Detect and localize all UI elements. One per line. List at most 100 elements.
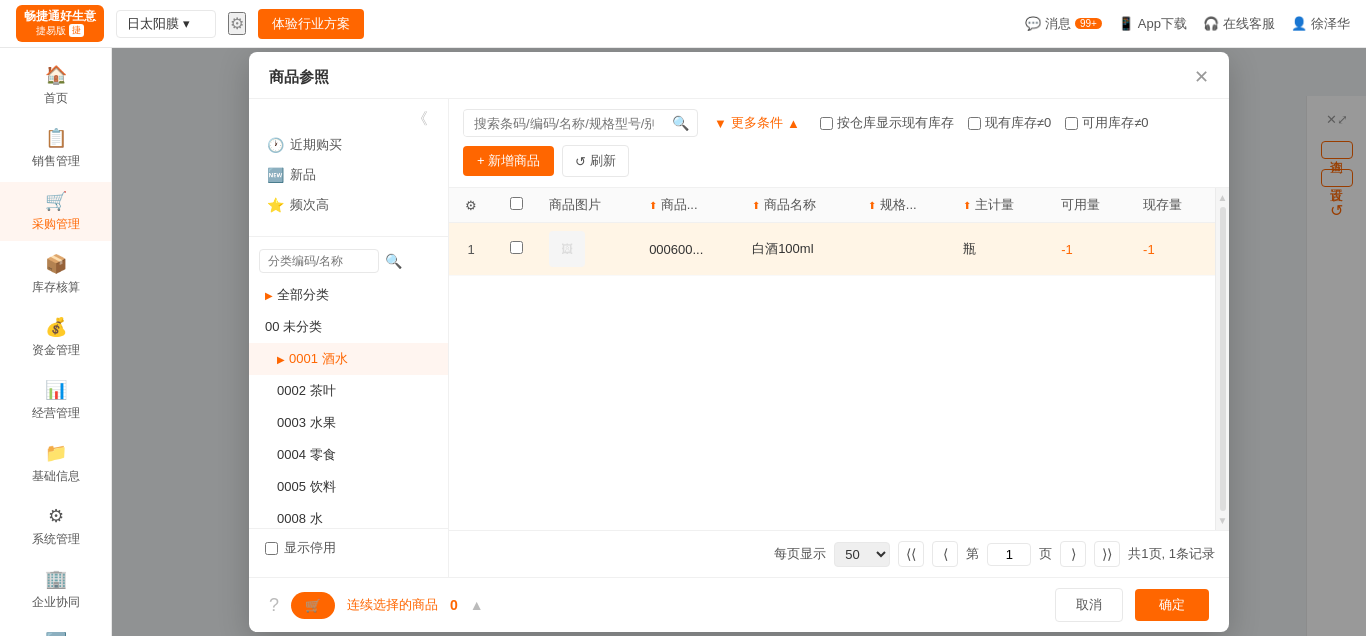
page-input[interactable]: [987, 543, 1031, 566]
sales-icon: 📋: [45, 127, 67, 149]
cart-btn[interactable]: 🛒: [291, 592, 335, 619]
category-list: ▶ 全部分类 00 未分类 ▶ 0001 酒水 0002 茶叶: [249, 279, 448, 528]
category-0001-label: 0001 酒水: [289, 350, 348, 368]
user-avatar[interactable]: 👤 徐泽华: [1291, 15, 1350, 33]
footer-collapse-icon[interactable]: ▲: [470, 597, 484, 613]
category-search-input[interactable]: [259, 249, 379, 273]
message-btn[interactable]: 💬 消息 99+: [1025, 15, 1102, 33]
modal-close-btn[interactable]: ✕: [1194, 66, 1209, 88]
row-img: 🖼: [539, 223, 639, 276]
sidebar-item-operation[interactable]: 📊 经营管理: [0, 371, 111, 430]
settings-icon[interactable]: ⚙: [228, 12, 246, 35]
sidebar-label-home: 首页: [44, 90, 68, 107]
search-wrap: 🔍: [463, 109, 698, 137]
checkbox-warehouse[interactable]: 按仓库显示现有库存: [820, 114, 954, 132]
category-0002[interactable]: 0002 茶叶: [249, 375, 448, 407]
product-search-input[interactable]: [464, 111, 664, 136]
checkbox-current[interactable]: 现有库存≠0: [968, 114, 1051, 132]
enterprise-icon: 🏢: [45, 568, 67, 590]
checkbox-available-input[interactable]: [1065, 117, 1078, 130]
refresh-label: 刷新: [590, 152, 616, 170]
scrollbar-up-icon[interactable]: ▲: [1218, 192, 1228, 203]
sidebar-item-home[interactable]: 🏠 首页: [0, 56, 111, 115]
quick-link-new[interactable]: 🆕 新品: [259, 160, 438, 190]
page-label: 第: [966, 545, 979, 563]
th-unit[interactable]: ⬆ 主计量: [953, 188, 1051, 223]
page-prev-btn[interactable]: ⟨: [932, 541, 958, 567]
online-service-btn[interactable]: 🎧 在线客服: [1203, 15, 1275, 33]
store-name: 日太阳膜: [127, 15, 179, 33]
cancel-btn[interactable]: 取消: [1055, 588, 1123, 622]
category-search-btn[interactable]: 🔍: [385, 253, 402, 269]
show-disabled-checkbox[interactable]: 显示停用: [265, 539, 432, 557]
filter-label: 更多条件: [731, 114, 783, 132]
sidebar-item-system[interactable]: ⚙ 系统管理: [0, 497, 111, 556]
th-available: 可用量: [1051, 188, 1133, 223]
cart-count: 0: [450, 597, 458, 613]
confirm-btn[interactable]: 确定: [1135, 589, 1209, 621]
help-icon[interactable]: ?: [269, 595, 279, 616]
page-first-btn[interactable]: ⟨⟨: [898, 541, 924, 567]
th-code[interactable]: ⬆ 商品...: [639, 188, 742, 223]
sidebar-item-finance[interactable]: 💰 资金管理: [0, 308, 111, 367]
table-scrollbar[interactable]: ▲ ▼: [1215, 188, 1229, 530]
scrollbar-thumb[interactable]: [1220, 207, 1226, 511]
select-all-checkbox[interactable]: [510, 197, 523, 210]
sidebar-item-inventory[interactable]: 📦 库存核算: [0, 245, 111, 304]
search-submit-btn[interactable]: 🔍: [664, 110, 697, 136]
row-select-checkbox[interactable]: [510, 241, 523, 254]
system-icon: ⚙: [48, 505, 64, 527]
th-spec[interactable]: ⬆ 规格...: [858, 188, 953, 223]
checkbox-available[interactable]: 可用库存≠0: [1065, 114, 1148, 132]
category-00[interactable]: 00 未分类: [249, 311, 448, 343]
sidebar-item-enterprise[interactable]: 🏢 企业协同: [0, 560, 111, 619]
category-0001[interactable]: ▶ 0001 酒水: [249, 343, 448, 375]
modal-pagination: 每页显示 50 10 20 100 ⟨⟨ ⟨ 第 页 ⟩ ⟩⟩: [449, 530, 1229, 577]
refresh-icon: ↺: [575, 154, 586, 169]
sidebar-item-guide[interactable]: 🆕 新手引导: [0, 623, 111, 636]
show-disabled-input[interactable]: [265, 542, 278, 555]
user-name: 徐泽华: [1311, 15, 1350, 33]
filter-btn[interactable]: ▼ 更多条件 ▲: [706, 109, 808, 137]
th-name[interactable]: ⬆ 商品名称: [742, 188, 858, 223]
quick-link-recent[interactable]: 🕐 近期购买: [259, 130, 438, 160]
sidebar-label-purchase: 采购管理: [32, 216, 80, 233]
sidebar-item-purchase[interactable]: 🛒 采购管理: [0, 182, 111, 241]
message-label: 消息: [1045, 15, 1071, 33]
th-checkbox[interactable]: [493, 188, 539, 223]
category-0003[interactable]: 0003 水果: [249, 407, 448, 439]
table-row[interactable]: 1 🖼: [449, 223, 1215, 276]
category-0003-label: 0003 水果: [277, 414, 336, 432]
page-summary: 共1页, 1条记录: [1128, 545, 1215, 563]
checkbox-warehouse-input[interactable]: [820, 117, 833, 130]
per-page-select[interactable]: 50 10 20 100: [834, 542, 890, 567]
th-settings[interactable]: ⚙: [449, 188, 493, 223]
store-dropdown[interactable]: 日太阳膜 ▾: [116, 10, 216, 38]
category-all-arrow: ▶: [265, 290, 273, 301]
add-product-btn[interactable]: + 新增商品: [463, 146, 554, 176]
scrollbar-down-icon[interactable]: ▼: [1218, 515, 1228, 526]
category-0008[interactable]: 0008 水: [249, 503, 448, 528]
row-checkbox[interactable]: [493, 223, 539, 276]
app-sub: 捷易版: [36, 24, 66, 38]
page-next-btn[interactable]: ⟩: [1060, 541, 1086, 567]
category-0004[interactable]: 0004 零食: [249, 439, 448, 471]
sidebar-item-basic[interactable]: 📁 基础信息: [0, 434, 111, 493]
modal-body: 《 🕐 近期购买 🆕 新品 ⭐ 频次高: [249, 99, 1229, 577]
sort-icon-spec: ⬆: [868, 200, 876, 211]
category-all[interactable]: ▶ 全部分类: [249, 279, 448, 311]
page-last-btn[interactable]: ⟩⟩: [1094, 541, 1120, 567]
inventory-icon: 📦: [45, 253, 67, 275]
recent-label: 近期购买: [290, 136, 342, 154]
sidebar-item-sales[interactable]: 📋 销售管理: [0, 119, 111, 178]
industry-btn[interactable]: 体验行业方案: [258, 9, 364, 39]
app-logo[interactable]: 畅捷通好生意 捷易版 捷: [16, 5, 104, 41]
quick-link-frequent[interactable]: ⭐ 频次高: [259, 190, 438, 220]
checkbox-current-input[interactable]: [968, 117, 981, 130]
frequent-label: 频次高: [290, 196, 329, 214]
app-download-btn[interactable]: 📱 App下载: [1118, 15, 1187, 33]
category-0005[interactable]: 0005 饮料: [249, 471, 448, 503]
th-current: 现存量: [1133, 188, 1215, 223]
refresh-btn[interactable]: ↺ 刷新: [562, 145, 629, 177]
collapse-left-btn[interactable]: 《: [412, 109, 438, 130]
